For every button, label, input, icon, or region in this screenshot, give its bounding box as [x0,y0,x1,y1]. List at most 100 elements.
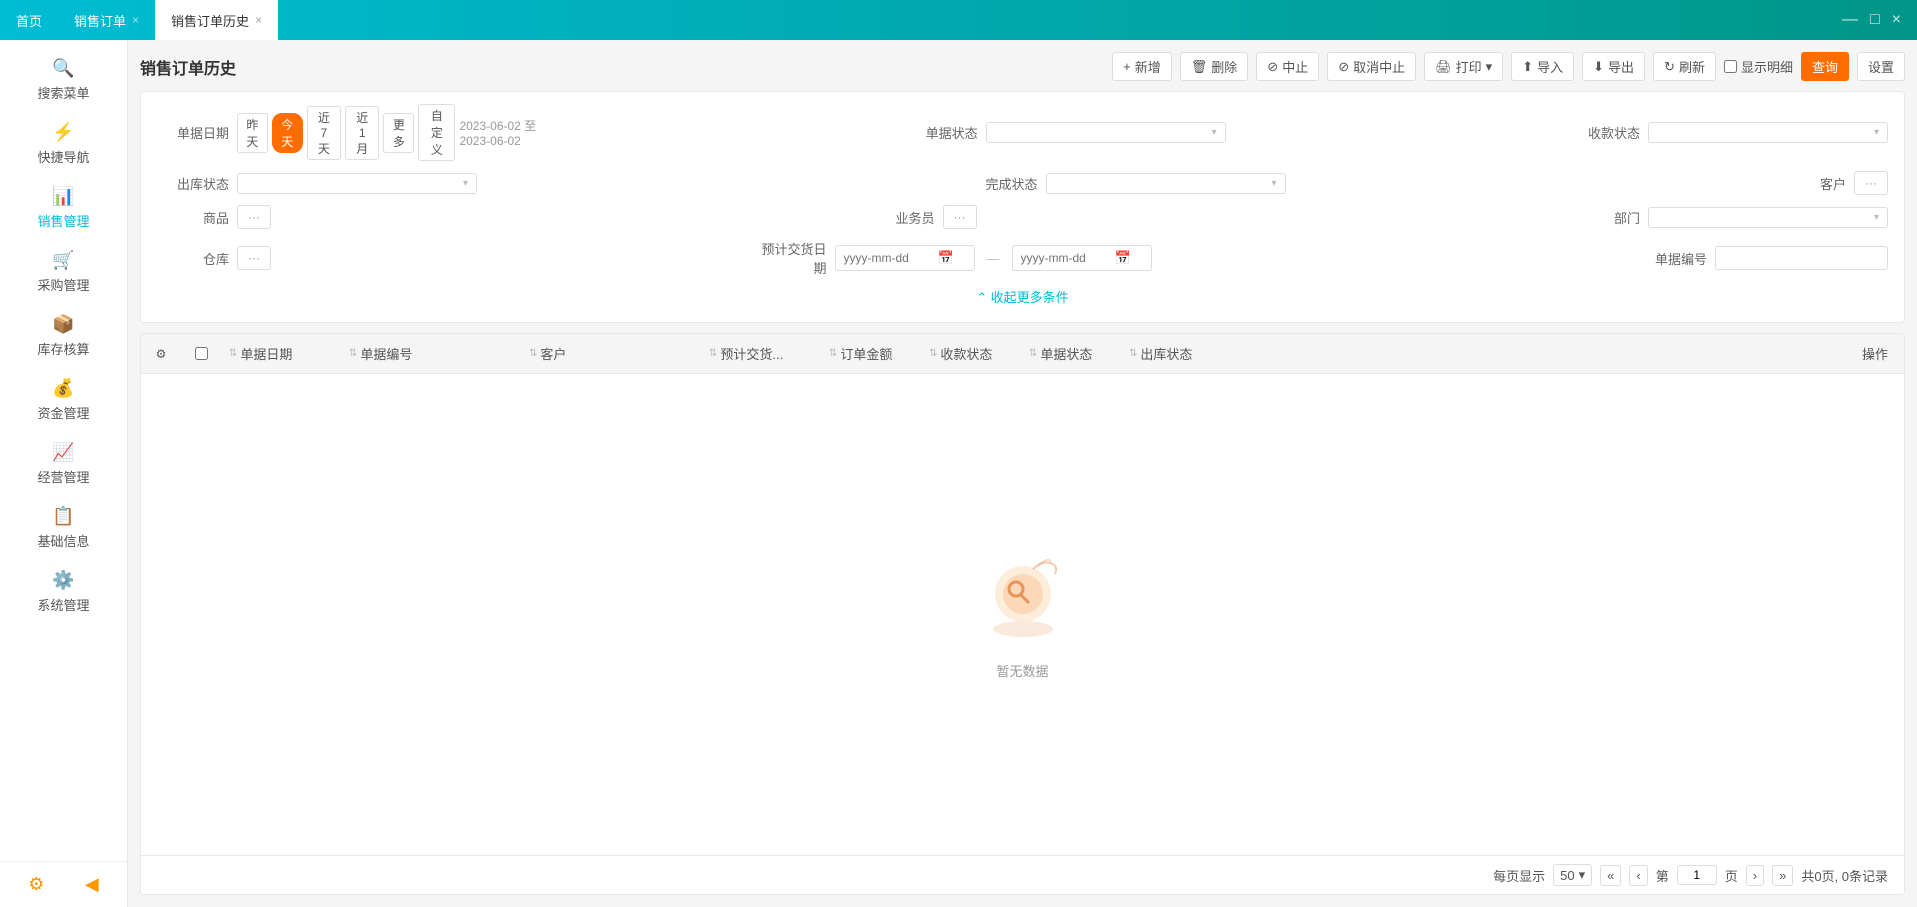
collapse-row[interactable]: ⌃ 收起更多条件 [157,283,1888,310]
sidebar-item-sales-mgmt[interactable]: 📊 销售管理 [0,176,127,240]
th-amount-sort-icon: ⇅ [829,348,837,359]
sidebar-settings-icon[interactable]: ⚙ [28,874,44,895]
export-button[interactable]: ⬇ 导出 [1582,52,1645,81]
date-btn-last1m[interactable]: 近1月 [345,106,379,160]
sidebar-collapse-icon[interactable]: ◀ [85,874,99,895]
window-close-btn[interactable]: — [1842,11,1858,29]
table-area: ⚙ ⇅ 单据日期 ⇅ 单据编号 ⇅ 客户 ⇅ 预计交货. [140,333,1905,895]
sidebar-item-search-menu[interactable]: 🔍 搜索菜单 [0,48,127,112]
sidebar-item-inventory-check[interactable]: 📦 库存核算 [0,304,127,368]
th-order-status[interactable]: ⇅ 单据状态 [1021,344,1121,363]
page-title: 销售订单历史 [140,55,236,79]
page-title-bar: 销售订单历史 + 新增 🗑 删除 ⊘ 中止 ⊘ 取消中止 [140,52,1905,81]
prev-page-btn[interactable]: ‹ [1629,865,1647,886]
date-btn-more[interactable]: 更多 [383,113,414,153]
delivery-date-end-field[interactable] [1021,251,1111,265]
tab-sales-order-close[interactable]: × [132,13,139,27]
print-label: 打印 [1456,57,1482,76]
tab-home-label-text: 首页 [16,11,42,30]
show-detail-label: 显示明细 [1741,57,1793,76]
select-all-checkbox[interactable] [195,347,208,360]
sidebar-item-purchase-mgmt[interactable]: 🛒 采购管理 [0,240,127,304]
first-page-btn[interactable]: « [1600,865,1621,886]
first-page-icon: « [1607,868,1614,883]
th-out-status[interactable]: ⇅ 出库状态 [1121,344,1221,363]
warehouse-label: 仓库 [157,249,229,268]
table-header: ⚙ ⇅ 单据日期 ⇅ 单据编号 ⇅ 客户 ⇅ 预计交货. [141,334,1904,374]
date-btn-last7[interactable]: 近7天 [307,106,341,160]
topbar-tabs: 首页 销售订单 × 销售订单历史 × [0,0,1826,40]
import-button[interactable]: ⬆ 导入 [1511,52,1574,81]
date-btn-custom[interactable]: 自定义 [418,104,455,161]
customer-dots[interactable]: ··· [1854,171,1888,195]
tab-sales-order[interactable]: 销售订单 × [58,0,155,40]
sidebar-bottom: ⚙ ◀ [0,861,127,907]
complete-status-select[interactable]: ▾ [1046,173,1286,194]
import-label: 导入 [1537,57,1563,76]
delete-button[interactable]: 🗑 删除 [1180,52,1249,81]
window-maximize-btn[interactable]: × [1892,11,1901,29]
filter-row-4: 仓库 ··· 预计交货日期 📅 — 📅 单据编号 [157,239,1888,277]
refresh-button[interactable]: ↻ 刷新 [1653,52,1716,81]
th-payment-label: 收款状态 [940,344,992,363]
date-btn-today[interactable]: 今天 [272,113,303,153]
page-input[interactable] [1677,865,1717,885]
tab-sales-order-history-close[interactable]: × [255,13,262,27]
window-minimize-btn[interactable]: □ [1870,11,1880,29]
out-status-select[interactable]: ▾ [237,173,477,194]
table-footer: 每页显示 50 ▾ « ‹ 第 页 › » [141,855,1904,894]
dept-chevron-icon: ▾ [1874,212,1879,223]
tab-home[interactable]: 首页 [0,0,58,40]
print-button[interactable]: 🖨 打印 ▾ [1424,52,1503,81]
delivery-date-start-field[interactable] [844,251,934,265]
salesperson-label: 业务员 [863,208,935,227]
sidebar-item-basic-info[interactable]: 📋 基础信息 [0,496,127,560]
th-date[interactable]: ⇅ 单据日期 [221,344,341,363]
sidebar-item-operation-mgmt[interactable]: 📈 经营管理 [0,432,127,496]
order-no-input[interactable] [1715,246,1888,270]
sidebar-item-quick-nav-label: 快捷导航 [37,147,89,166]
order-status-select[interactable]: ▾ [986,122,1226,143]
th-amount[interactable]: ⇅ 订单金额 [821,344,921,363]
main-layout: 🔍 搜索菜单 ⚡ 快捷导航 📊 销售管理 🛒 采购管理 📦 库存核算 💰 资金管… [0,40,1917,907]
payment-status-select[interactable]: ▾ [1648,122,1888,143]
topbar-right: — □ × [1826,11,1917,29]
settings-button[interactable]: 设置 [1857,52,1905,81]
print-icon: 🖨 [1435,59,1452,75]
stop-icon: ⊘ [1267,59,1278,75]
sidebar-item-quick-nav[interactable]: ⚡ 快捷导航 [0,112,127,176]
delivery-date-end-input[interactable]: 📅 [1012,245,1152,271]
import-icon: ⬆ [1522,59,1533,75]
sidebar-item-system-mgmt[interactable]: ⚙️ 系统管理 [0,560,127,624]
th-orderno[interactable]: ⇅ 单据编号 [341,344,521,363]
collapse-icon: ⌃ [976,290,987,305]
show-detail-checkbox-label[interactable]: 显示明细 [1724,57,1793,76]
empty-icon [973,549,1073,649]
show-detail-checkbox[interactable] [1724,60,1737,73]
th-amount-label: 订单金额 [840,344,892,363]
next-page-btn[interactable]: › [1746,865,1764,886]
tab-sales-order-history[interactable]: 销售订单历史 × [155,0,278,40]
product-dots[interactable]: ··· [237,205,271,229]
new-button[interactable]: + 新增 [1112,52,1172,81]
th-settings[interactable]: ⚙ [141,347,181,361]
last-page-btn[interactable]: » [1772,865,1793,886]
th-checkbox[interactable] [181,347,221,360]
sidebar-item-purchase-mgmt-label: 采购管理 [37,275,89,294]
payment-status-chevron-icon: ▾ [1874,127,1879,138]
dept-select[interactable]: ▾ [1648,207,1888,228]
th-delivery[interactable]: ⇅ 预计交货... [701,344,821,363]
th-payment-status[interactable]: ⇅ 收款状态 [921,344,1021,363]
stop-button[interactable]: ⊘ 中止 [1256,52,1319,81]
empty-text: 暂无数据 [996,661,1048,680]
salesperson-dots[interactable]: ··· [943,205,977,229]
warehouse-dots[interactable]: ··· [237,246,271,270]
th-customer[interactable]: ⇅ 客户 [521,344,701,363]
content-area: 销售订单历史 + 新增 🗑 删除 ⊘ 中止 ⊘ 取消中止 [128,40,1917,907]
sidebar-item-capital-mgmt[interactable]: 💰 资金管理 [0,368,127,432]
delivery-date-start-input[interactable]: 📅 [835,245,975,271]
page-size-select[interactable]: 50 ▾ [1553,864,1592,886]
cancel-stop-button[interactable]: ⊘ 取消中止 [1327,52,1416,81]
query-button[interactable]: 查询 [1801,52,1849,81]
date-btn-yesterday[interactable]: 昨天 [237,113,268,153]
